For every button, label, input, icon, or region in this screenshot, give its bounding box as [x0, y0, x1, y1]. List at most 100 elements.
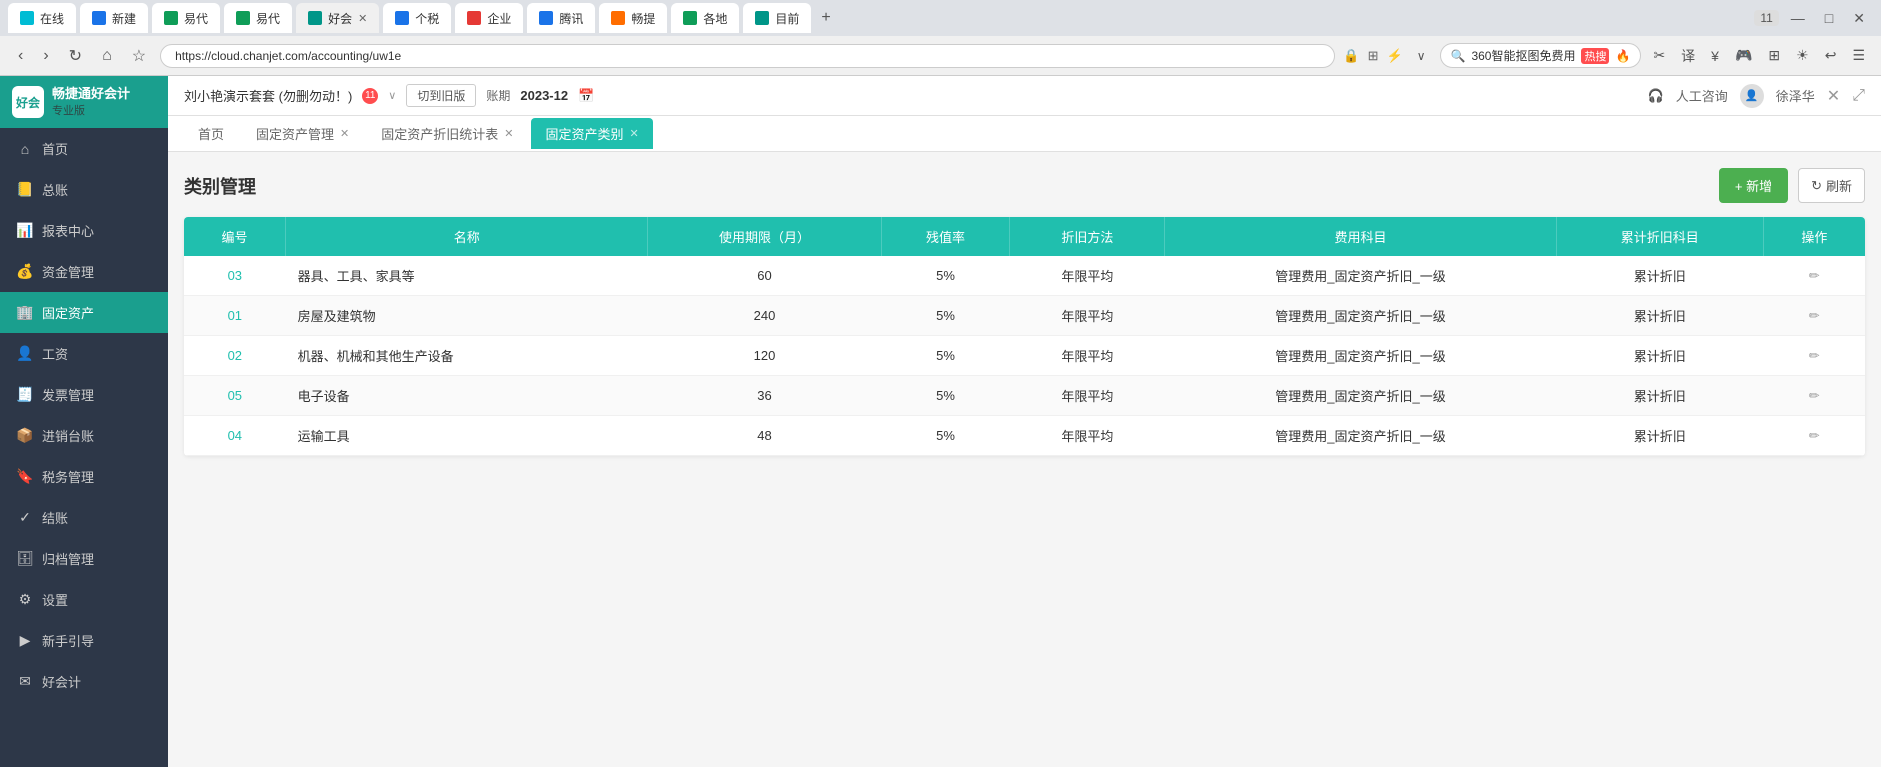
undo-icon[interactable]: ↩ — [1821, 43, 1841, 68]
sidebar-item-settlement[interactable]: ✓ 结账 — [0, 497, 168, 538]
tab-depreciation-report[interactable]: 固定资产折旧统计表 ✕ — [367, 118, 527, 149]
edit-icon-0[interactable]: ✏ — [1809, 268, 1820, 283]
sidebar-item-home[interactable]: ⌂ 首页 — [0, 128, 168, 169]
cell-depreciation-0: 累计折旧 — [1556, 256, 1763, 296]
translate-icon[interactable]: 译 — [1677, 42, 1699, 70]
sidebar-item-payroll[interactable]: 👤 工资 — [0, 333, 168, 374]
add-button[interactable]: + 新增 — [1719, 168, 1788, 203]
dropdown-arrow-account[interactable]: ∨ — [388, 89, 396, 102]
tab-close-depreciation[interactable]: ✕ — [504, 127, 513, 140]
browser-tab-5[interactable]: 好会 ✕ — [296, 3, 379, 33]
favicon-9 — [611, 11, 625, 25]
minimize-button[interactable]: — — [1783, 8, 1813, 28]
sidebar-label-fixed-assets: 固定资产 — [42, 303, 94, 322]
favicon-11 — [755, 11, 769, 25]
switch-version-button[interactable]: 切到旧版 — [406, 84, 476, 107]
bookmark-button[interactable]: ☆ — [126, 44, 152, 68]
new-tab-button[interactable]: + — [815, 9, 836, 27]
browser-tab-1[interactable]: 在线 — [8, 3, 76, 33]
sidebar-label-funds: 资金管理 — [42, 262, 94, 281]
notification-badge: 11 — [362, 88, 378, 104]
cell-method-3: 年限平均 — [1010, 376, 1165, 416]
cell-code-0[interactable]: 03 — [184, 256, 286, 296]
cut-icon[interactable]: ✂ — [1649, 43, 1669, 68]
sidebar-item-archive[interactable]: 🗄 归档管理 — [0, 538, 168, 579]
sidebar-item-ledger[interactable]: 📒 总账 — [0, 169, 168, 210]
sidebar-item-tax[interactable]: 🔖 税务管理 — [0, 456, 168, 497]
grid-icon[interactable]: ⊞ — [1764, 43, 1784, 68]
sidebar-label-invoice: 发票管理 — [42, 385, 94, 404]
table-row: 03 器具、工具、家具等 60 5% 年限平均 管理费用_固定资产折旧_一级 累… — [184, 256, 1865, 296]
col-name: 名称 — [286, 217, 648, 256]
edit-icon-4[interactable]: ✏ — [1809, 428, 1820, 443]
close-window-button[interactable]: ✕ — [1845, 8, 1873, 29]
sidebar-item-guide[interactable]: ▶ 新手引导 — [0, 620, 168, 661]
cell-method-0: 年限平均 — [1010, 256, 1165, 296]
tab-home[interactable]: 首页 — [184, 118, 238, 149]
window-close-icon[interactable]: ✕ — [1827, 86, 1840, 106]
address-input[interactable] — [160, 44, 1335, 68]
back-button[interactable]: ‹ — [12, 45, 29, 67]
tab-close-asset-mgmt[interactable]: ✕ — [340, 127, 349, 140]
window-maximize-icon[interactable]: ⤢ — [1852, 87, 1865, 105]
cell-name-1: 房屋及建筑物 — [286, 296, 648, 336]
browser-tab-7[interactable]: 企业 — [455, 3, 523, 33]
browser-tab-11[interactable]: 目前 — [743, 3, 811, 33]
edit-icon-1[interactable]: ✏ — [1809, 308, 1820, 323]
reload-button[interactable]: ↻ — [63, 44, 88, 68]
sidebar-item-reports[interactable]: 📊 报表中心 — [0, 210, 168, 251]
sidebar-label-guide: 新手引导 — [42, 631, 94, 650]
sidebar-item-stock[interactable]: 📦 进销台账 — [0, 415, 168, 456]
calendar-icon[interactable]: 📅 — [578, 88, 594, 104]
page-actions: + 新增 ↻ 刷新 — [1719, 168, 1865, 203]
page-header: 类别管理 + 新增 ↻ 刷新 — [184, 168, 1865, 203]
wallet-icon[interactable]: ¥ — [1707, 44, 1723, 68]
cell-code-1[interactable]: 01 — [184, 296, 286, 336]
avatar: 👤 — [1740, 84, 1764, 108]
maximize-button[interactable]: □ — [1817, 8, 1841, 28]
browser-tab-2[interactable]: 新建 — [80, 3, 148, 33]
sidebar: 好会 畅捷通好会计 专业版 ⌂ 首页 📒 总账 📊 报表中心 💰 资金管理 🏢 … — [0, 76, 168, 767]
browser-tab-10[interactable]: 各地 — [671, 3, 739, 33]
cell-code-3[interactable]: 05 — [184, 376, 286, 416]
sidebar-item-invoice[interactable]: 🧾 发票管理 — [0, 374, 168, 415]
forward-button[interactable]: › — [37, 45, 54, 67]
logo-text-block: 畅捷通好会计 专业版 — [52, 86, 130, 118]
cell-action-3[interactable]: ✏ — [1763, 376, 1865, 416]
browser-tab-close-5[interactable]: ✕ — [358, 12, 367, 25]
browser-tab-4[interactable]: 易代 — [224, 3, 292, 33]
table-header-row: 编号 名称 使用期限（月） 残值率 折旧方法 费用科目 累计折旧科目 操作 — [184, 217, 1865, 256]
browser-tab-6[interactable]: 个税 — [383, 3, 451, 33]
browser-tab-9[interactable]: 畅提 — [599, 3, 667, 33]
browser-tab-8[interactable]: 腾讯 — [527, 3, 595, 33]
cell-action-0[interactable]: ✏ — [1763, 256, 1865, 296]
refresh-button[interactable]: ↻ 刷新 — [1798, 168, 1865, 203]
home-button[interactable]: ⌂ — [96, 45, 118, 67]
sidebar-label-reports: 报表中心 — [42, 221, 94, 240]
cell-code-4[interactable]: 04 — [184, 416, 286, 456]
sidebar-item-funds[interactable]: 💰 资金管理 — [0, 251, 168, 292]
cell-action-4[interactable]: ✏ — [1763, 416, 1865, 456]
sidebar-item-feedback[interactable]: ✉ 好会计 — [0, 661, 168, 702]
tab-asset-management[interactable]: 固定资产管理 ✕ — [242, 118, 363, 149]
tab-close-category[interactable]: ✕ — [630, 127, 639, 140]
cell-code-2[interactable]: 02 — [184, 336, 286, 376]
tab-category[interactable]: 固定资产类别 ✕ — [531, 118, 652, 149]
edit-icon-2[interactable]: ✏ — [1809, 348, 1820, 363]
fixed-assets-icon: 🏢 — [16, 304, 34, 321]
favicon-5 — [308, 11, 322, 25]
menu-icon[interactable]: ☰ — [1848, 43, 1869, 68]
brightness-icon[interactable]: ☀ — [1792, 43, 1813, 68]
browser-tab-3[interactable]: 易代 — [152, 3, 220, 33]
search-bar[interactable]: 🔍 360智能抠图免费用 热搜 🔥 — [1440, 43, 1642, 68]
sidebar-item-settings[interactable]: ⚙ 设置 — [0, 579, 168, 620]
sidebar-item-fixed-assets[interactable]: 🏢 固定资产 — [0, 292, 168, 333]
cell-action-2[interactable]: ✏ — [1763, 336, 1865, 376]
service-label[interactable]: 人工咨询 — [1676, 86, 1728, 105]
sidebar-label-tax: 税务管理 — [42, 467, 94, 486]
games-icon[interactable]: 🎮 — [1731, 43, 1756, 68]
cell-action-1[interactable]: ✏ — [1763, 296, 1865, 336]
edit-icon-3[interactable]: ✏ — [1809, 388, 1820, 403]
col-months: 使用期限（月） — [648, 217, 881, 256]
expand-address-button[interactable]: ∨ — [1411, 47, 1432, 65]
